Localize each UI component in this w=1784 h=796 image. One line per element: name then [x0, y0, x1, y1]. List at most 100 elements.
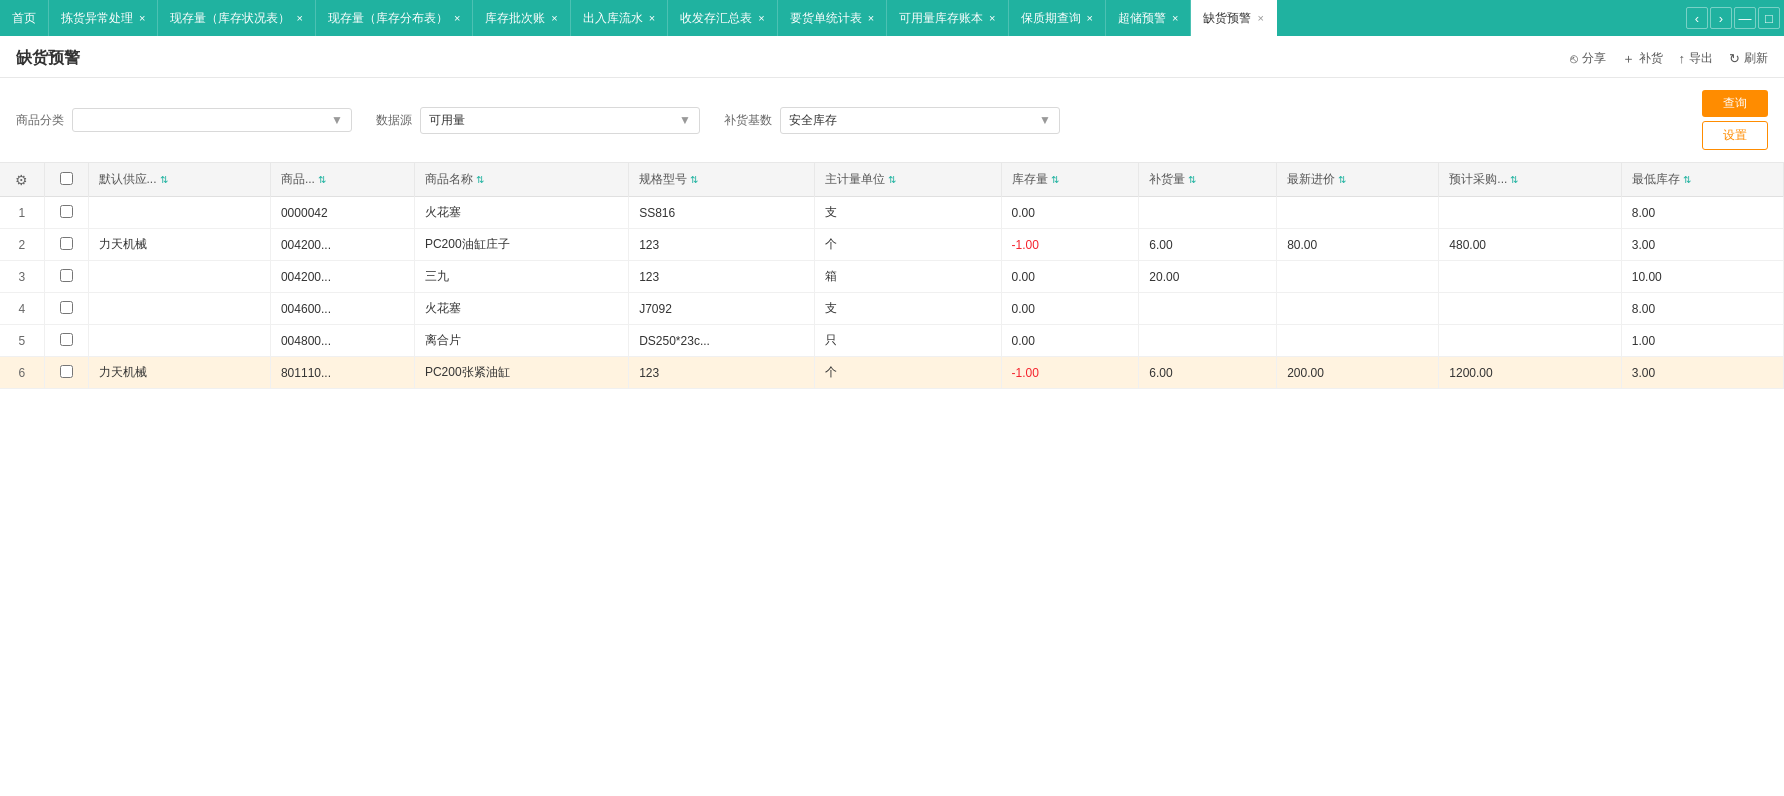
cell-checkbox-4[interactable] [44, 325, 88, 357]
tab-close-9[interactable]: × [1087, 12, 1093, 24]
sort-icon-unit: ⇅ [888, 174, 896, 185]
tab-close-7[interactable]: × [868, 12, 874, 24]
cell-checkbox-1[interactable] [44, 229, 88, 261]
tab-2[interactable]: 现存量（库存状况表） × [158, 0, 315, 36]
cell-supplier-0 [88, 197, 270, 229]
row-checkbox-3[interactable] [60, 301, 73, 314]
export-button[interactable]: ↑ 导出 [1679, 50, 1714, 67]
cell-supplier-5: 力天机械 [88, 357, 270, 389]
category-select[interactable]: ▼ [72, 108, 352, 132]
data-table: ⚙ 默认供应... ⇅ 商品... ⇅ [0, 163, 1784, 389]
cell-estimated-3 [1439, 293, 1621, 325]
cell-checkbox-0[interactable] [44, 197, 88, 229]
header-actions: ⎋ 分享 ＋ 补货 ↑ 导出 ↻ 刷新 [1570, 50, 1769, 68]
cell-spec-5: 123 [629, 357, 815, 389]
tab-3[interactable]: 现存量（库存分布表） × [316, 0, 473, 36]
cell-no-5: 6 [0, 357, 44, 389]
category-filter: 商品分类 ▼ [16, 108, 352, 132]
cell-spec-2: 123 [629, 261, 815, 293]
tab-close-6[interactable]: × [758, 12, 764, 24]
tab-8[interactable]: 可用量库存账本 × [887, 0, 1008, 36]
row-checkbox-2[interactable] [60, 269, 73, 282]
tab-1[interactable]: 拣货异常处理 × [49, 0, 158, 36]
tab-6[interactable]: 收发存汇总表 × [668, 0, 777, 36]
tab-7[interactable]: 要货单统计表 × [778, 0, 887, 36]
tab-prev-button[interactable]: ‹ [1686, 7, 1708, 29]
sort-icon-name: ⇅ [476, 174, 484, 185]
settings-col-icon[interactable]: ⚙ [15, 172, 28, 188]
tab-close-1[interactable]: × [139, 12, 145, 24]
sort-icon-supplier: ⇅ [160, 174, 168, 185]
tab-close-10[interactable]: × [1172, 12, 1178, 24]
tab-10[interactable]: 超储预警 × [1106, 0, 1191, 36]
tab-close-4[interactable]: × [551, 12, 557, 24]
table-header-row: ⚙ 默认供应... ⇅ 商品... ⇅ [0, 163, 1784, 197]
cell-name-3: 火花塞 [414, 293, 628, 325]
share-button[interactable]: ⎋ 分享 [1570, 50, 1606, 67]
cell-supplier-1: 力天机械 [88, 229, 270, 261]
cell-price-3 [1277, 293, 1439, 325]
refresh-button[interactable]: ↻ 刷新 [1729, 50, 1768, 67]
th-unit[interactable]: 主计量单位 ⇅ [815, 163, 1001, 197]
cell-checkbox-3[interactable] [44, 293, 88, 325]
select-all-checkbox[interactable] [60, 172, 73, 185]
category-dropdown-icon: ▼ [331, 113, 343, 127]
th-latest-price[interactable]: 最新进价 ⇅ [1277, 163, 1439, 197]
tab-next-button[interactable]: › [1710, 7, 1732, 29]
table-body: 1 0000042 火花塞 SS816 支 0.00 8.00 2 力天机械 0… [0, 197, 1784, 389]
th-estimated-purchase[interactable]: 预计采购... ⇅ [1439, 163, 1621, 197]
cell-name-0: 火花塞 [414, 197, 628, 229]
cell-checkbox-5[interactable] [44, 357, 88, 389]
category-label: 商品分类 [16, 112, 64, 129]
row-checkbox-1[interactable] [60, 237, 73, 250]
datasource-select[interactable]: 可用量 ▼ [420, 107, 700, 134]
tab-bar: 首页 拣货异常处理 × 现存量（库存状况表） × 现存量（库存分布表） × 库存… [0, 0, 1784, 36]
cell-min-stock-1: 3.00 [1621, 229, 1783, 261]
category-value [81, 113, 84, 127]
tab-9[interactable]: 保质期查询 × [1009, 0, 1106, 36]
cell-checkbox-2[interactable] [44, 261, 88, 293]
cell-min-stock-2: 10.00 [1621, 261, 1783, 293]
replenish-base-filter: 补货基数 安全库存 ▼ [724, 107, 1060, 134]
cell-stock-3: 0.00 [1001, 293, 1139, 325]
cell-min-stock-4: 1.00 [1621, 325, 1783, 357]
th-default-supplier[interactable]: 默认供应... ⇅ [88, 163, 270, 197]
th-settings[interactable]: ⚙ [0, 163, 44, 197]
tab-home[interactable]: 首页 [0, 0, 49, 36]
cell-min-stock-3: 8.00 [1621, 293, 1783, 325]
replenish-base-select[interactable]: 安全库存 ▼ [780, 107, 1060, 134]
th-product-code[interactable]: 商品... ⇅ [270, 163, 414, 197]
tab-close-11[interactable]: × [1257, 12, 1263, 24]
tab-close-2[interactable]: × [296, 12, 302, 24]
row-checkbox-5[interactable] [60, 365, 73, 378]
tab-minimize-button[interactable]: — [1734, 7, 1756, 29]
settings-button[interactable]: 设置 [1702, 121, 1768, 150]
tab-5[interactable]: 出入库流水 × [571, 0, 668, 36]
th-product-name[interactable]: 商品名称 ⇅ [414, 163, 628, 197]
th-stock[interactable]: 库存量 ⇅ [1001, 163, 1139, 197]
cell-no-4: 5 [0, 325, 44, 357]
tab-close-3[interactable]: × [454, 12, 460, 24]
th-replenish-qty[interactable]: 补货量 ⇅ [1139, 163, 1277, 197]
th-spec[interactable]: 规格型号 ⇅ [629, 163, 815, 197]
query-button[interactable]: 查询 [1702, 90, 1768, 117]
tab-11[interactable]: 缺货预警 × [1191, 0, 1276, 36]
row-checkbox-4[interactable] [60, 333, 73, 346]
cell-replenish-2: 20.00 [1139, 261, 1277, 293]
replenish-button[interactable]: ＋ 补货 [1622, 50, 1663, 68]
page-container: 缺货预警 ⎋ 分享 ＋ 补货 ↑ 导出 ↻ 刷新 商品分类 [0, 36, 1784, 796]
cell-spec-0: SS816 [629, 197, 815, 229]
cell-estimated-2 [1439, 261, 1621, 293]
sort-icon-spec: ⇅ [690, 174, 698, 185]
cell-stock-4: 0.00 [1001, 325, 1139, 357]
tab-close-8[interactable]: × [989, 12, 995, 24]
sort-icon-min-stock: ⇅ [1683, 174, 1691, 185]
tab-4[interactable]: 库存批次账 × [473, 0, 570, 36]
th-min-stock[interactable]: 最低库存 ⇅ [1621, 163, 1783, 197]
cell-code-4: 004800... [270, 325, 414, 357]
row-checkbox-0[interactable] [60, 205, 73, 218]
cell-replenish-3 [1139, 293, 1277, 325]
tab-close-5[interactable]: × [649, 12, 655, 24]
tab-maximize-button[interactable]: □ [1758, 7, 1780, 29]
table-row: 4 004600... 火花塞 J7092 支 0.00 8.00 [0, 293, 1784, 325]
